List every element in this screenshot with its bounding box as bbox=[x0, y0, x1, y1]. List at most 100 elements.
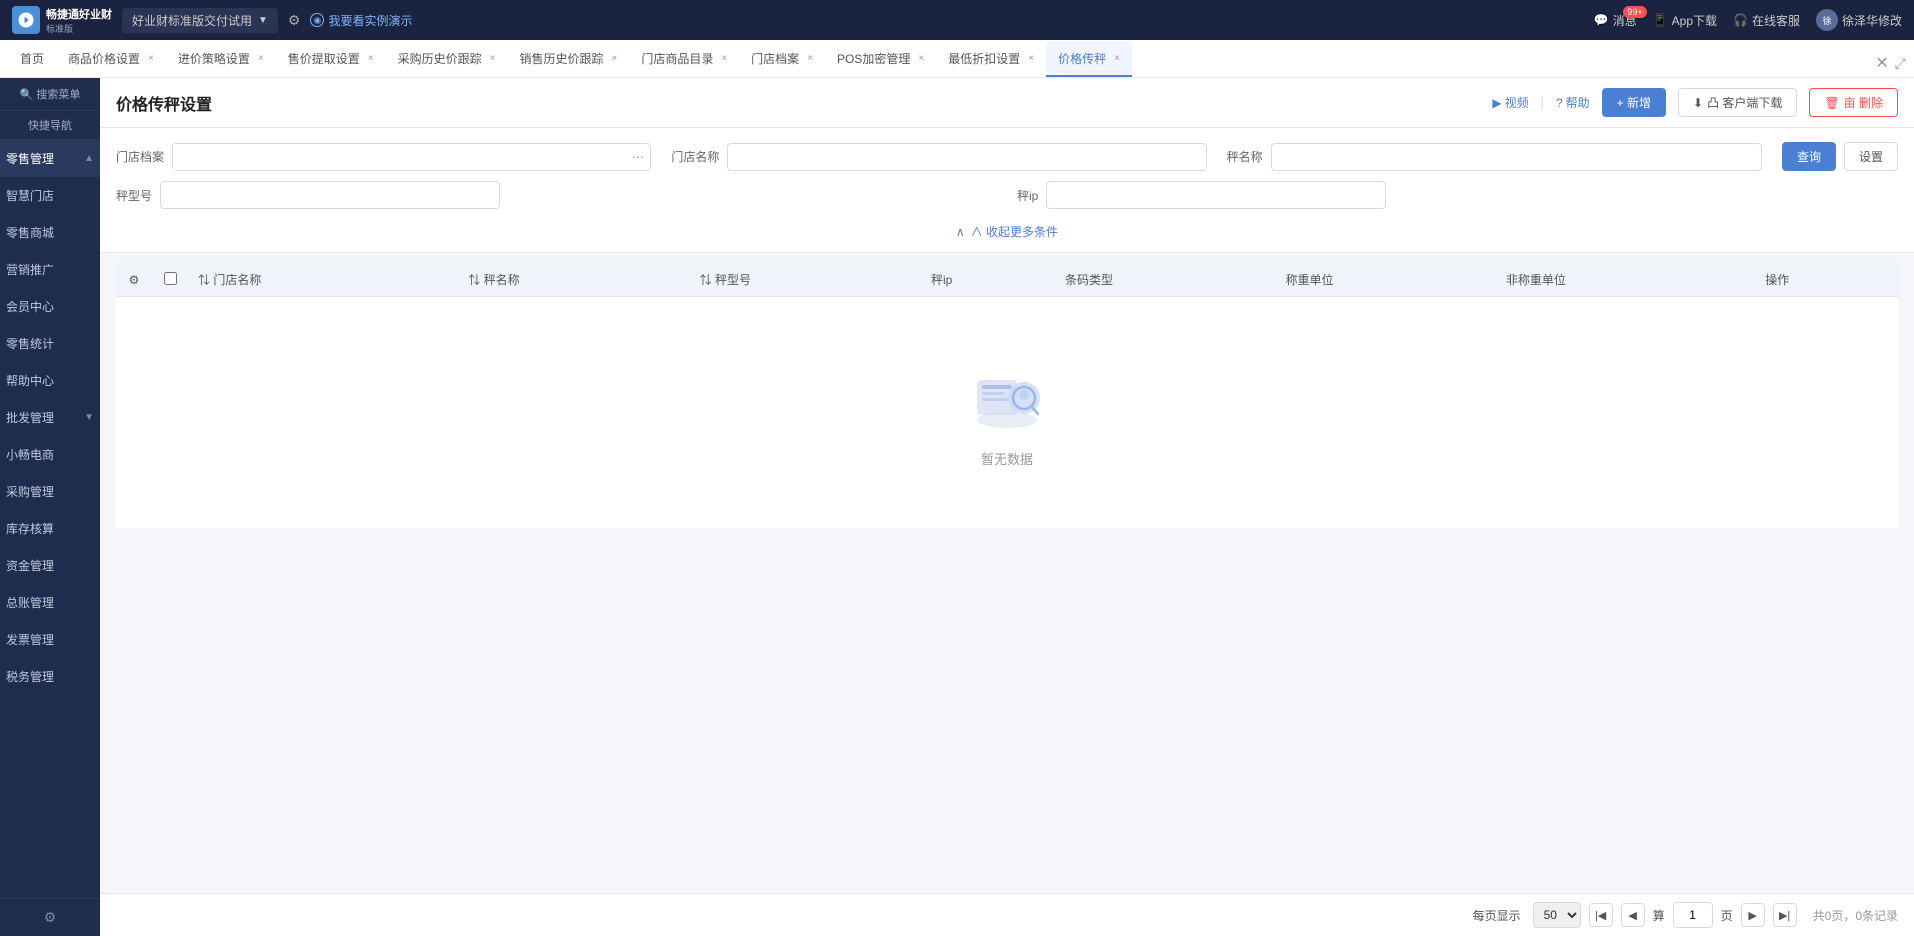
sidebar-item-invoice[interactable]: 发票管理 bbox=[0, 621, 100, 658]
sidebar-search[interactable]: 🔍 搜索菜单 bbox=[0, 78, 100, 111]
store-name-input[interactable] bbox=[727, 143, 1206, 171]
download-client-button[interactable]: ⬇ 凸 客户端下载 bbox=[1678, 88, 1797, 117]
edition-settings-button[interactable]: ⚙ bbox=[288, 12, 301, 29]
edition-selector[interactable]: 好业财标准版交付试用 ▼ bbox=[122, 8, 278, 33]
tab-min-discount[interactable]: 最低折扣设置 × bbox=[936, 41, 1046, 77]
video-icon: ▶ bbox=[1492, 96, 1501, 110]
settings-button[interactable]: 设置 bbox=[1844, 142, 1898, 171]
tab-purchase-history[interactable]: 采购历史价跟踪 × bbox=[386, 41, 508, 77]
sidebar-item-inventory[interactable]: 库存核算 bbox=[0, 510, 100, 547]
sidebar-item-finance[interactable]: 资金管理 bbox=[0, 547, 100, 584]
delete-button[interactable]: 🗑 亩 删除 bbox=[1809, 88, 1898, 117]
tab-price-scale[interactable]: 价格传秤 × bbox=[1046, 41, 1132, 77]
download-icon: 📱 bbox=[1653, 13, 1668, 27]
scale-ip-input[interactable] bbox=[1046, 181, 1386, 209]
close-icon[interactable]: × bbox=[1114, 53, 1120, 64]
close-icon[interactable]: × bbox=[490, 53, 496, 64]
sidebar-settings-button[interactable]: ⚙ bbox=[0, 898, 100, 936]
prev-page-button[interactable]: ◀ bbox=[1621, 903, 1645, 927]
first-page-button[interactable]: |◀ bbox=[1589, 903, 1613, 927]
close-all-tabs-button[interactable]: ✕ bbox=[1875, 53, 1888, 73]
next-page-icon: ▶ bbox=[1748, 909, 1756, 922]
th-store-name[interactable]: ⇅ 门店名称 bbox=[188, 263, 458, 297]
th-operation: 操作 bbox=[1755, 263, 1898, 297]
help-link[interactable]: ? 帮助 bbox=[1556, 94, 1590, 111]
message-button[interactable]: 💬 消息 99+ bbox=[1594, 12, 1637, 29]
pagination: 每页显示 50 |◀ ◀ 算 页 ▶ ▶| 共0页，0条记录 bbox=[100, 893, 1914, 936]
total-info: 共0页，0条记录 bbox=[1813, 907, 1898, 924]
collapse-filter-button[interactable]: ∧ ∧ 收起更多条件 bbox=[116, 219, 1898, 244]
scale-model-input[interactable] bbox=[160, 181, 500, 209]
tab-commodity-price[interactable]: 商品价格设置 × bbox=[56, 41, 166, 77]
per-page-label: 每页显示 bbox=[1473, 907, 1521, 924]
close-icon[interactable]: × bbox=[721, 53, 727, 64]
close-icon[interactable]: × bbox=[258, 53, 264, 64]
sidebar-item-retail-management[interactable]: 零售管理 ▲ bbox=[0, 140, 100, 177]
table-body: 暂无数据 bbox=[116, 297, 1898, 529]
close-icon[interactable]: × bbox=[918, 53, 924, 64]
filter-row-2: 秤型号 秤ip bbox=[116, 181, 1898, 209]
store-archive-input[interactable] bbox=[173, 144, 625, 170]
add-button[interactable]: + 新增 bbox=[1602, 88, 1666, 117]
filter-area: 门店档案 ··· 门店名称 秤名称 查询 bbox=[100, 128, 1914, 253]
expand-tabs-button[interactable]: ⤢ bbox=[1895, 55, 1906, 72]
sidebar-item-ecommerce[interactable]: 小畅电商 bbox=[0, 436, 100, 473]
chevron-up-icon: ∧ bbox=[956, 225, 965, 239]
app-download-button[interactable]: 📱 App下载 bbox=[1653, 12, 1717, 29]
sidebar-item-wholesale[interactable]: 批发管理 ▼ bbox=[0, 399, 100, 436]
th-checkbox[interactable] bbox=[152, 263, 188, 297]
tab-pos-encrypt[interactable]: POS加密管理 × bbox=[825, 41, 936, 77]
sidebar-item-member-center[interactable]: 会员中心 bbox=[0, 288, 100, 325]
th-scale-model[interactable]: ⇅ 秤型号 bbox=[690, 263, 921, 297]
tab-sale-extract[interactable]: 售价提取设置 × bbox=[276, 41, 386, 77]
sidebar-quick-nav[interactable]: 快捷导航 bbox=[0, 111, 100, 140]
search-icon: 🔍 bbox=[20, 89, 34, 101]
user-menu-button[interactable]: 徐 徐泽华修改 bbox=[1816, 9, 1902, 31]
tab-store-catalog[interactable]: 门店商品目录 × bbox=[629, 41, 739, 77]
sidebar-item-help-center[interactable]: 帮助中心 bbox=[0, 362, 100, 399]
app-version: 标准版 bbox=[46, 22, 112, 35]
gear-icon: ⚙ bbox=[44, 909, 57, 925]
page-size-select[interactable]: 50 bbox=[1533, 902, 1581, 928]
main-layout: 🔍 搜索菜单 快捷导航 零售管理 ▲ 智慧门店 零售商城 营销推广 会员中心 零… bbox=[0, 78, 1914, 936]
sidebar-item-tax[interactable]: 税务管理 bbox=[0, 658, 100, 695]
sidebar-item-smart-store[interactable]: 智慧门店 bbox=[0, 177, 100, 214]
close-icon[interactable]: × bbox=[611, 53, 617, 64]
top-bar: 畅捷通好业财 标准版 好业财标准版交付试用 ▼ ⚙ ◉ 我要看实例演示 💬 消息… bbox=[0, 0, 1914, 40]
avatar: 徐 bbox=[1816, 9, 1838, 31]
app-name: 畅捷通好业财 bbox=[46, 6, 112, 22]
sidebar-item-marketing[interactable]: 营销推广 bbox=[0, 251, 100, 288]
filter-actions: 查询 设置 bbox=[1782, 142, 1898, 171]
sidebar-item-general-ledger[interactable]: 总账管理 bbox=[0, 584, 100, 621]
chevron-up-icon: ▲ bbox=[84, 153, 94, 164]
sidebar-item-retail-mall[interactable]: 零售商城 bbox=[0, 214, 100, 251]
close-icon[interactable]: × bbox=[807, 53, 813, 64]
demo-link[interactable]: ◉ 我要看实例演示 bbox=[310, 12, 412, 29]
close-icon[interactable]: × bbox=[148, 53, 154, 64]
video-link[interactable]: ▶ 视频 bbox=[1492, 94, 1528, 111]
online-service-button[interactable]: 🎧 在线客服 bbox=[1733, 12, 1800, 29]
empty-illustration bbox=[957, 357, 1057, 437]
scale-name-input[interactable] bbox=[1271, 143, 1762, 171]
empty-state: 暂无数据 bbox=[116, 297, 1898, 528]
th-settings[interactable]: ⚙ bbox=[116, 263, 152, 297]
store-archive-input-wrapper[interactable]: ··· bbox=[172, 143, 651, 171]
table-header-row: ⚙ ⇅ 门店名称 ⇅ 秤名称 bbox=[116, 263, 1898, 297]
last-page-button[interactable]: ▶| bbox=[1773, 903, 1797, 927]
select-all-checkbox[interactable] bbox=[164, 272, 177, 285]
close-icon[interactable]: × bbox=[368, 53, 374, 64]
edition-label: 好业财标准版交付试用 bbox=[132, 12, 252, 29]
dots-icon[interactable]: ··· bbox=[625, 149, 650, 164]
tab-purchase-strategy[interactable]: 进价策略设置 × bbox=[166, 41, 276, 77]
page-number-input[interactable] bbox=[1673, 902, 1713, 928]
close-icon[interactable]: × bbox=[1028, 53, 1034, 64]
query-button[interactable]: 查询 bbox=[1782, 142, 1836, 171]
first-page-icon: |◀ bbox=[1595, 909, 1606, 922]
sidebar-item-purchase[interactable]: 采购管理 bbox=[0, 473, 100, 510]
next-page-button[interactable]: ▶ bbox=[1741, 903, 1765, 927]
tab-sales-history[interactable]: 销售历史价跟踪 × bbox=[507, 41, 629, 77]
tab-home[interactable]: 首页 bbox=[8, 41, 56, 77]
tab-store-archive[interactable]: 门店档案 × bbox=[739, 41, 825, 77]
th-scale-name[interactable]: ⇅ 秤名称 bbox=[458, 263, 689, 297]
sidebar-item-retail-stats[interactable]: 零售统计 bbox=[0, 325, 100, 362]
